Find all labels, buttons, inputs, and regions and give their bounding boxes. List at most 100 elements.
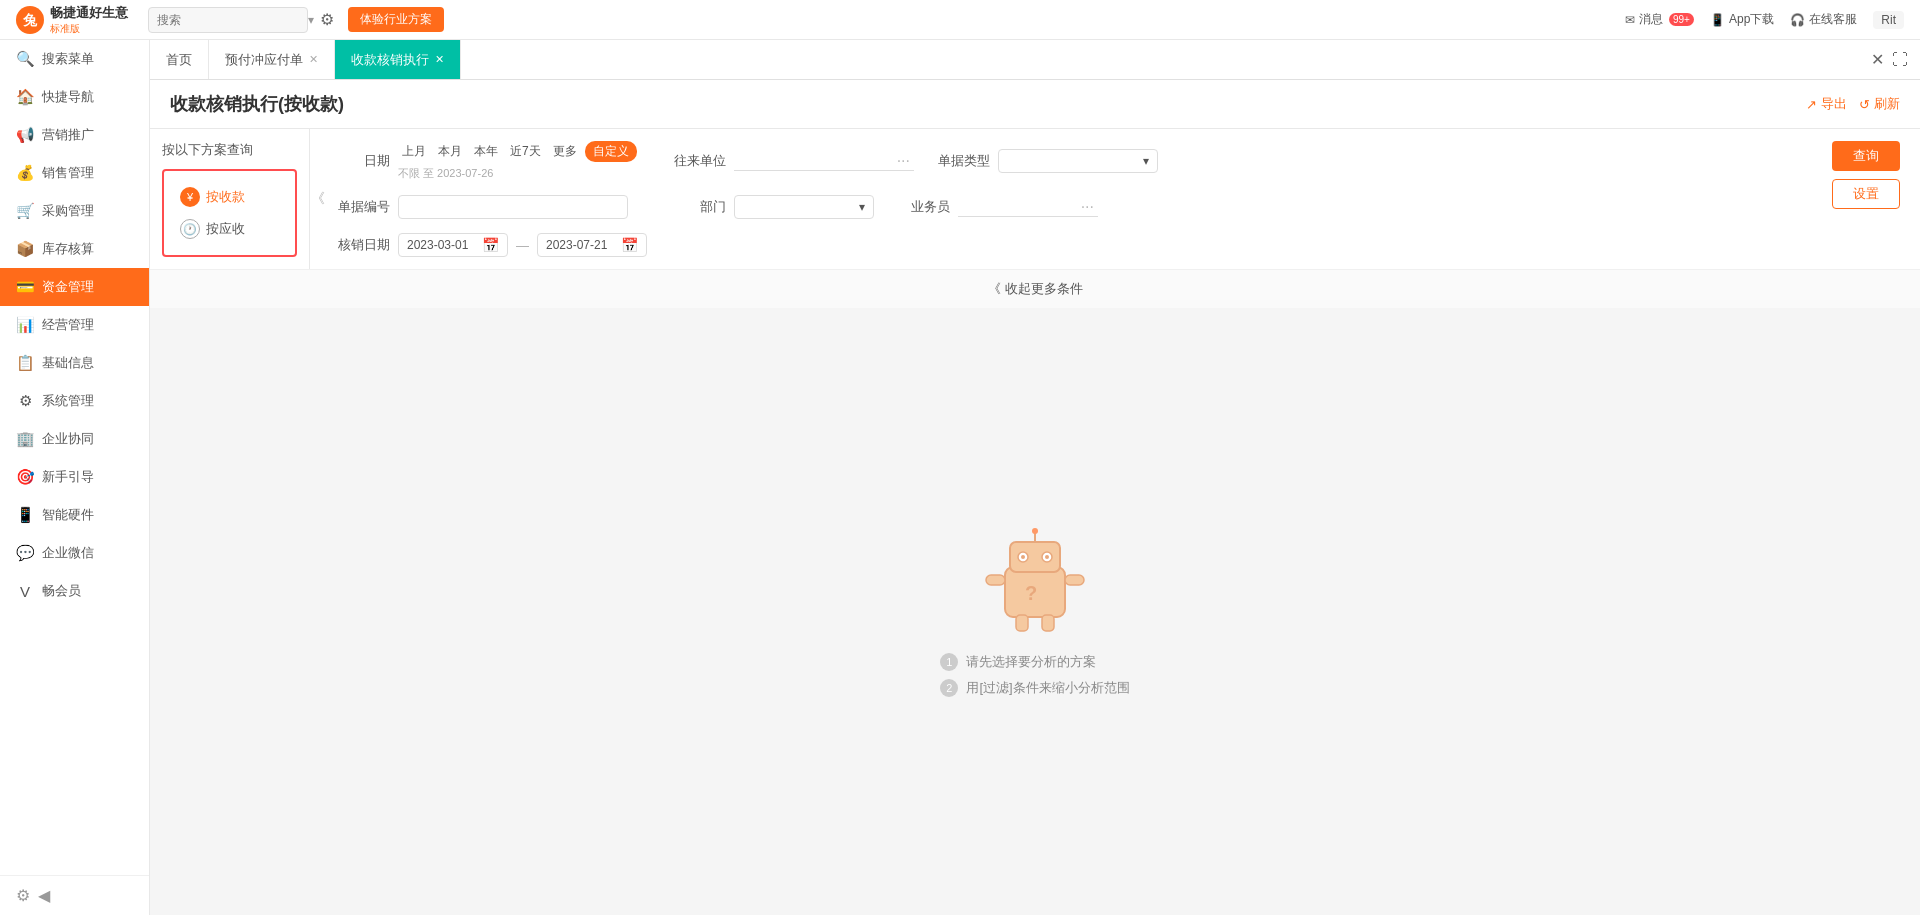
docno-input[interactable] (398, 195, 628, 219)
sidebar-item-baseinfo[interactable]: 📋 基础信息 (0, 344, 149, 382)
sidebar-item-wechat[interactable]: 💬 企业微信 (0, 534, 149, 572)
svg-text:兔: 兔 (22, 12, 38, 28)
filter-group-docno: 单据编号 (330, 195, 650, 219)
filter-row-1: 日期 上月 本月 本年 近7天 更多 自定义 不限 至 (330, 141, 1900, 181)
counterpart-input[interactable]: ··· (734, 152, 914, 171)
tab-close-all-icon[interactable]: ✕ (1871, 50, 1884, 69)
sidebar-item-quick-nav[interactable]: 🏠 快捷导航 (0, 78, 149, 116)
sidebar-item-marketing[interactable]: 📢 营销推广 (0, 116, 149, 154)
home-icon: 🏠 (16, 88, 34, 106)
svg-text:?: ? (1025, 582, 1037, 604)
headphone-icon: 🎧 (1790, 13, 1805, 27)
inventory-icon: 📦 (16, 240, 34, 258)
svg-point-9 (1032, 528, 1038, 534)
shortcut-this-month[interactable]: 本月 (434, 141, 466, 162)
sidebar-collapse-icon[interactable]: ◀ (38, 886, 50, 905)
sidebar-bottom: ⚙ ◀ (0, 875, 149, 915)
doctype-dropdown-icon: ▾ (1143, 154, 1149, 168)
doctype-select[interactable]: ▾ (998, 149, 1158, 173)
empty-hints: 1 请先选择要分析的方案 2 用[过滤]条件来缩小分析范围 (940, 653, 1129, 697)
tab-bar: 首页 预付冲应付单 ✕ 收款核销执行 ✕ ✕ ⛶ (150, 40, 1920, 80)
date-label: 日期 (330, 152, 390, 170)
wechat-icon: 💬 (16, 544, 34, 562)
hint-num-1: 1 (940, 653, 958, 671)
tab-receipt-verify[interactable]: 收款核销执行 ✕ (335, 40, 461, 79)
sidebar-item-inventory[interactable]: 📦 库存核算 (0, 230, 149, 268)
tab-prepay[interactable]: 预付冲应付单 ✕ (209, 40, 335, 79)
sidebar: 🔍 搜索菜单 🏠 快捷导航 📢 营销推广 💰 销售管理 🛒 采购管理 📦 库存核… (0, 40, 150, 915)
industry-button[interactable]: 体验行业方案 (348, 7, 444, 32)
page-content: 收款核销执行(按收款) ↗ 导出 ↺ 刷新 按以下方案查询 (150, 80, 1920, 915)
receivable-icon: 🕐 (180, 219, 200, 239)
sidebar-item-system[interactable]: ⚙ 系统管理 (0, 382, 149, 420)
svg-rect-14 (1042, 615, 1054, 631)
svg-rect-13 (1016, 615, 1028, 631)
refresh-button[interactable]: ↺ 刷新 (1859, 95, 1900, 113)
calendar-end-icon: 📅 (621, 237, 638, 253)
page-header-actions: ↗ 导出 ↺ 刷新 (1806, 95, 1900, 113)
empty-state: ? 1 请先选择要分析的方案 2 用[过滤]条件来缩小分析范围 (150, 308, 1920, 915)
sales-icon: 💰 (16, 164, 34, 182)
message-button[interactable]: ✉ 消息 99+ (1625, 11, 1694, 28)
sidebar-item-sales[interactable]: 💰 销售管理 (0, 154, 149, 192)
tab-bar-right: ✕ ⛶ (1859, 40, 1920, 79)
sidebar-item-hardware[interactable]: 📱 智能硬件 (0, 496, 149, 534)
filter-group-verify-date: 核销日期 2023-03-01 📅 — 2023-07-21 📅 (330, 233, 650, 257)
filter-by-receipt[interactable]: ¥ 按收款 (172, 181, 287, 213)
date-hint: 不限 至 2023-07-26 (398, 166, 637, 181)
query-button[interactable]: 查询 (1832, 141, 1900, 171)
sidebar-item-enterprise[interactable]: 🏢 企业协同 (0, 420, 149, 458)
search-input[interactable] (148, 7, 308, 33)
filter-left-panel: 按以下方案查询 ¥ 按收款 🕐 按应收 《 (150, 129, 310, 269)
finance-icon: 💳 (16, 278, 34, 296)
date-shortcuts: 上月 本月 本年 近7天 更多 自定义 (398, 141, 637, 162)
logo-icon: 兔 (16, 6, 44, 34)
filter-row-3: 核销日期 2023-03-01 📅 — 2023-07-21 📅 (330, 233, 1900, 257)
shortcut-more[interactable]: 更多 (549, 141, 581, 162)
tab-close-prepay[interactable]: ✕ (309, 53, 318, 66)
operation-icon: 📊 (16, 316, 34, 334)
filter-area: 按以下方案查询 ¥ 按收款 🕐 按应收 《 (150, 129, 1920, 269)
department-label: 部门 (666, 198, 726, 216)
svg-point-7 (1045, 555, 1049, 559)
logo-text: 畅捷通好生意 标准版 (50, 4, 128, 36)
export-button[interactable]: ↗ 导出 (1806, 95, 1847, 113)
counterpart-label: 往来单位 (666, 152, 726, 170)
sidebar-item-operation[interactable]: 📊 经营管理 (0, 306, 149, 344)
filter-by-receivable[interactable]: 🕐 按应收 (172, 213, 287, 245)
filter-group-counterpart: 往来单位 ··· (666, 152, 914, 171)
hardware-icon: 📱 (16, 506, 34, 524)
shortcut-custom[interactable]: 自定义 (585, 141, 637, 162)
empty-hint-2: 2 用[过滤]条件来缩小分析范围 (940, 679, 1129, 697)
collapse-conditions-button[interactable]: 《 收起更多条件 (988, 280, 1083, 298)
verify-date-label: 核销日期 (330, 236, 390, 254)
staff-input[interactable]: ··· (958, 198, 1098, 217)
shortcut-last-month[interactable]: 上月 (398, 141, 430, 162)
sidebar-item-beginner[interactable]: 🎯 新手引导 (0, 458, 149, 496)
department-select[interactable]: ▾ (734, 195, 874, 219)
sidebar-item-purchase[interactable]: 🛒 采购管理 (0, 192, 149, 230)
verify-date-end[interactable]: 2023-07-21 📅 (537, 233, 647, 257)
filter-right-panel: 日期 上月 本月 本年 近7天 更多 自定义 不限 至 (310, 129, 1920, 269)
topbar-right: ✉ 消息 99+ 📱 App下载 🎧 在线客服 Rit (1625, 11, 1904, 29)
sidebar-item-finance[interactable]: 💳 资金管理 (0, 268, 149, 306)
staff-label: 业务员 (890, 198, 950, 216)
tab-expand-icon[interactable]: ⛶ (1892, 51, 1908, 69)
filter-group-date: 日期 上月 本月 本年 近7天 更多 自定义 不限 至 (330, 141, 650, 181)
message-icon: ✉ (1625, 13, 1635, 27)
sidebar-item-search[interactable]: 🔍 搜索菜单 (0, 40, 149, 78)
settings-icon[interactable]: ⚙ (314, 7, 340, 33)
verify-date-start[interactable]: 2023-03-01 📅 (398, 233, 508, 257)
sidebar-settings-icon[interactable]: ⚙ (16, 886, 30, 905)
filter-settings-button[interactable]: 设置 (1832, 179, 1900, 209)
online-service-button[interactable]: 🎧 在线客服 (1790, 11, 1857, 28)
shortcut-this-year[interactable]: 本年 (470, 141, 502, 162)
app-download-button[interactable]: 📱 App下载 (1710, 11, 1774, 28)
shortcut-7days[interactable]: 近7天 (506, 141, 545, 162)
filter-group-doctype: 单据类型 ▾ (930, 149, 1158, 173)
sidebar-item-vip[interactable]: V 畅会员 (0, 572, 149, 610)
tab-close-receipt-verify[interactable]: ✕ (435, 53, 444, 66)
filter-group-department: 部门 ▾ (666, 195, 874, 219)
tab-home[interactable]: 首页 (150, 40, 209, 79)
refresh-icon: ↺ (1859, 97, 1870, 112)
